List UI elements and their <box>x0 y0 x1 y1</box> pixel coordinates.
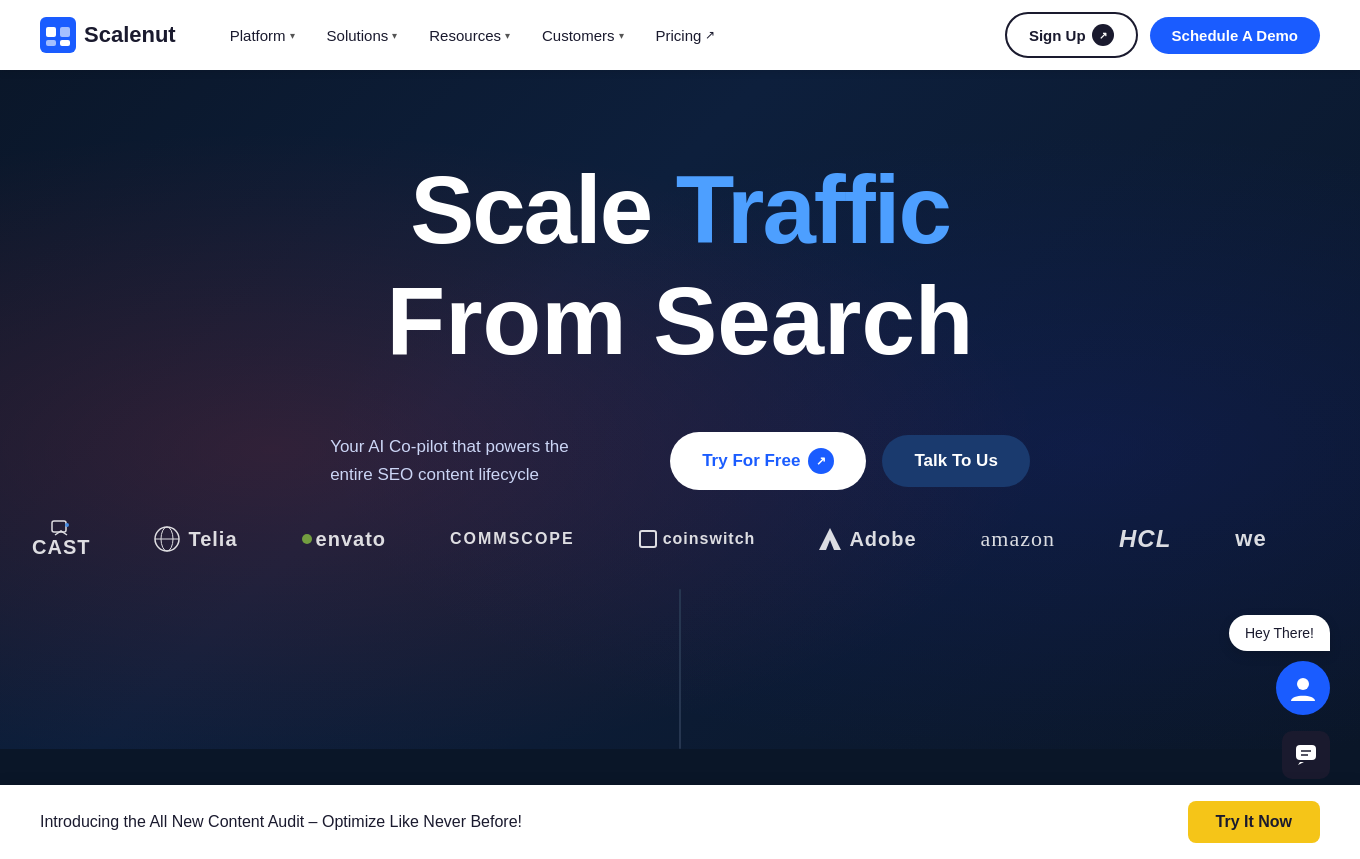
nav-item-solutions[interactable]: Solutions ▾ <box>313 19 412 52</box>
svg-rect-3 <box>46 40 56 46</box>
external-link-icon: ↗ <box>705 28 715 42</box>
adobe-label: Adobe <box>849 528 916 551</box>
nav-actions: Sign Up ↗ Schedule A Demo <box>1005 12 1320 58</box>
chevron-down-icon: ▾ <box>392 30 397 41</box>
hero-title-line1: Scale Traffic <box>387 160 974 261</box>
svg-rect-4 <box>60 40 70 46</box>
video-section <box>479 589 881 749</box>
nav-pricing-label: Pricing <box>656 27 702 44</box>
banner-text: Introducing the All New Content Audit – … <box>40 813 522 831</box>
logo-amazon: amazon <box>949 526 1087 552</box>
logo-icon <box>40 17 76 53</box>
svg-point-6 <box>65 523 69 527</box>
signup-label: Sign Up <box>1029 27 1086 44</box>
chat-widget: Hey There! <box>1229 615 1330 779</box>
svg-rect-1 <box>46 27 56 37</box>
telia-icon <box>154 526 180 552</box>
envato-label: envato <box>316 528 386 551</box>
schedule-label: Schedule A Demo <box>1172 27 1298 44</box>
logo-telia: Telia <box>122 526 269 552</box>
svg-point-11 <box>1297 678 1309 690</box>
nav-item-platform[interactable]: Platform ▾ <box>216 19 309 52</box>
hero-title-line2: From Search <box>387 271 974 372</box>
try-now-label: Try It Now <box>1216 813 1292 830</box>
chat-avatar-button[interactable] <box>1276 661 1330 715</box>
nav-item-resources[interactable]: Resources ▾ <box>415 19 524 52</box>
logo[interactable]: Scalenut <box>40 17 176 53</box>
logo-commscope: COMMSCOPE <box>418 530 607 548</box>
chevron-down-icon: ▾ <box>290 30 295 41</box>
amazon-label: amazon <box>981 526 1055 552</box>
hero-content: Scale Traffic From Search <box>347 100 1014 432</box>
hero-title-c: c <box>898 156 949 263</box>
talk-label: Talk To Us <box>914 451 997 470</box>
logos-strip: CAST Telia envato COMMSCOPE coinswitch <box>0 490 1360 579</box>
coinswitch-label: coinswitch <box>663 530 756 548</box>
cast-label: CAST <box>32 536 90 559</box>
logo-envato: envato <box>270 528 418 551</box>
hero-bottom: Your AI Co-pilot that powers the entire … <box>290 432 1070 490</box>
try-for-free-button[interactable]: Try For Free ↗ <box>670 432 866 490</box>
talk-to-us-button[interactable]: Talk To Us <box>882 435 1029 487</box>
logo-text: Scalenut <box>84 22 176 48</box>
telia-label: Telia <box>188 528 237 551</box>
logo-cast: CAST <box>0 520 122 559</box>
logo-hcl: HCL <box>1087 525 1203 553</box>
svg-rect-5 <box>52 521 66 532</box>
hero-description: Your AI Co-pilot that powers the entire … <box>330 433 610 487</box>
video-container[interactable] <box>679 589 681 749</box>
nav-solutions-label: Solutions <box>327 27 389 44</box>
commscope-label: COMMSCOPE <box>450 530 575 548</box>
signup-button[interactable]: Sign Up ↗ <box>1005 12 1138 58</box>
we-label: we <box>1235 526 1266 552</box>
hero-buttons: Try For Free ↗ Talk To Us <box>670 432 1030 490</box>
nav-platform-label: Platform <box>230 27 286 44</box>
chat-icon <box>1294 743 1318 767</box>
nav-item-pricing[interactable]: Pricing ↗ <box>642 19 730 52</box>
chevron-down-icon: ▾ <box>619 30 624 41</box>
adobe-icon <box>819 528 841 550</box>
chevron-down-icon: ▾ <box>505 30 510 41</box>
hero-title-scale: Scale <box>410 156 676 263</box>
svg-rect-2 <box>60 27 70 37</box>
nav-customers-label: Customers <box>542 27 615 44</box>
chat-toggle-button[interactable] <box>1282 731 1330 779</box>
navbar: Scalenut Platform ▾ Solutions ▾ Resource… <box>0 0 1360 70</box>
nav-item-customers[interactable]: Customers ▾ <box>528 19 638 52</box>
chat-bubble: Hey There! <box>1229 615 1330 651</box>
user-icon <box>1288 673 1318 703</box>
coinswitch-icon <box>639 530 657 548</box>
try-free-label: Try For Free <box>702 451 800 471</box>
hero-title-traffi: Traffi <box>676 156 899 263</box>
svg-rect-0 <box>40 17 76 53</box>
hcl-label: HCL <box>1119 525 1171 553</box>
try-free-arrow-icon: ↗ <box>808 448 834 474</box>
nav-links: Platform ▾ Solutions ▾ Resources ▾ Custo… <box>216 19 1005 52</box>
cast-icon <box>51 520 71 536</box>
schedule-demo-button[interactable]: Schedule A Demo <box>1150 17 1320 54</box>
logo-adobe: Adobe <box>787 528 948 551</box>
logo-we: we <box>1203 526 1298 552</box>
svg-rect-12 <box>1296 745 1316 760</box>
envato-dot-icon <box>302 534 312 544</box>
try-now-button[interactable]: Try It Now <box>1188 801 1320 843</box>
nav-resources-label: Resources <box>429 27 501 44</box>
hero-section: Scale Traffic From Search Your AI Co-pil… <box>0 0 1360 749</box>
logo-coinswitch: coinswitch <box>607 530 788 548</box>
bottom-banner: Introducing the All New Content Audit – … <box>0 785 1360 859</box>
signup-arrow-icon: ↗ <box>1092 24 1114 46</box>
svg-marker-10 <box>819 528 841 550</box>
